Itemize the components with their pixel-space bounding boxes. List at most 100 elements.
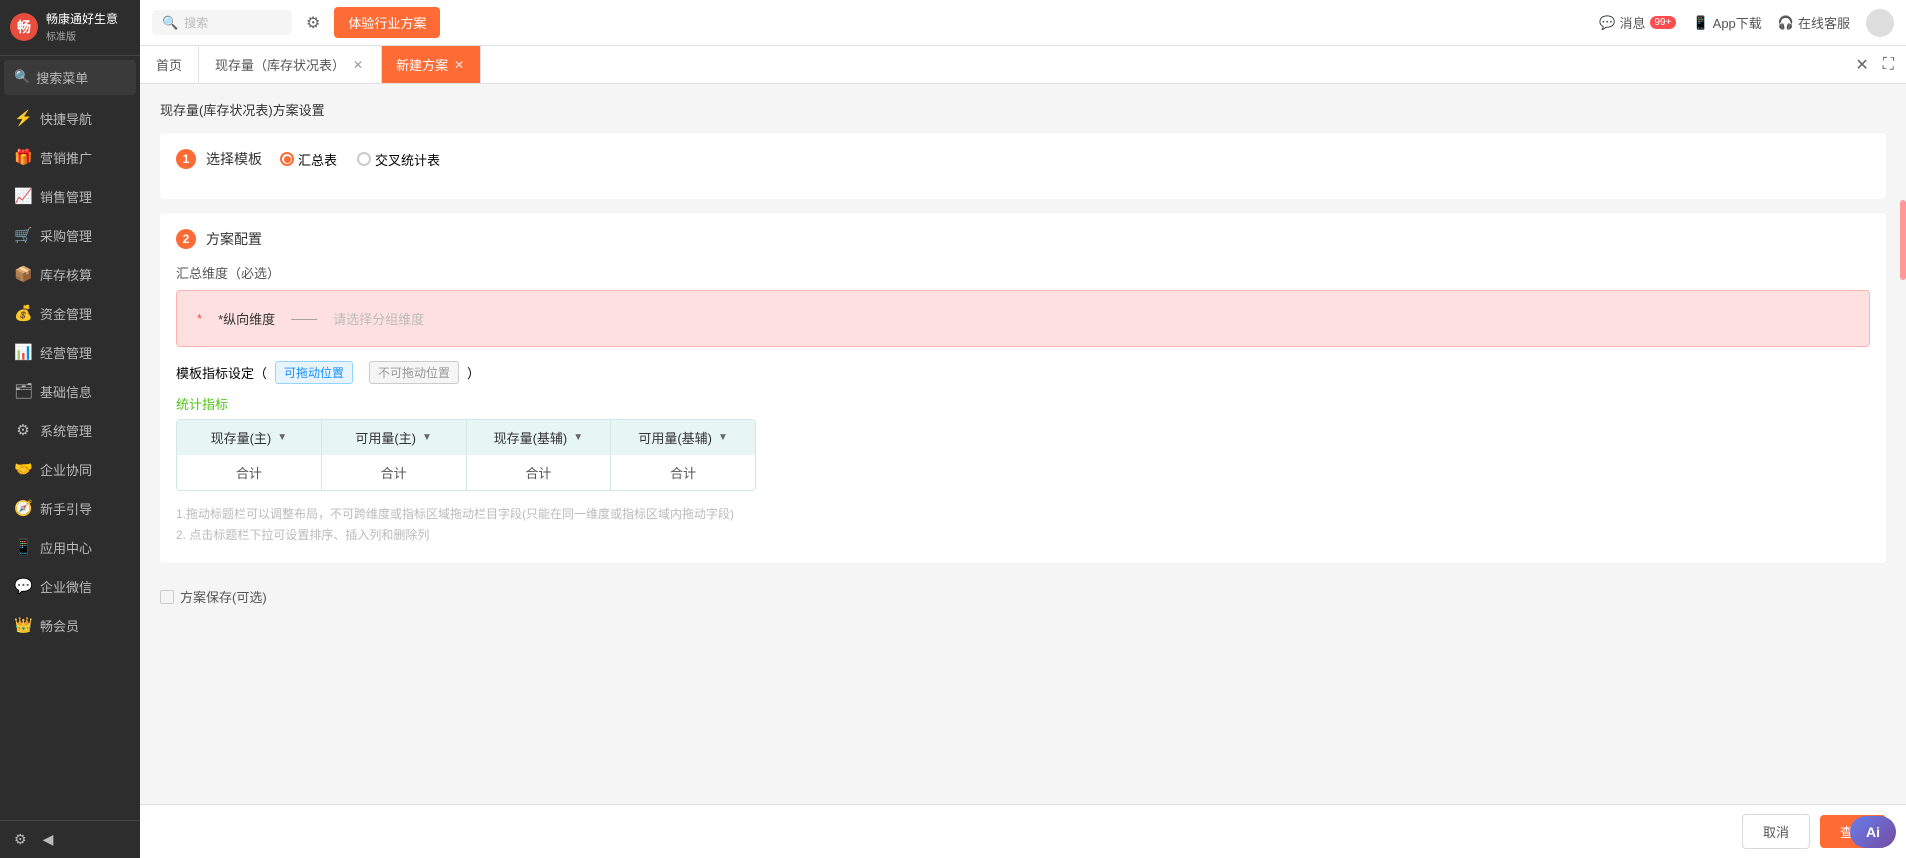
guide-icon: 🧭 bbox=[14, 499, 32, 517]
radio-cross[interactable]: 交叉统计表 bbox=[357, 150, 440, 169]
stats-col-1-label: 可用量(主) bbox=[355, 428, 416, 447]
sidebar-item-label: 企业协同 bbox=[40, 460, 92, 479]
indicator-label-suffix: ） bbox=[467, 363, 480, 382]
sidebar: 畅 畅康通好生意 标准版 🔍 搜索菜单 ⚡ 快捷导航 🎁 营销推广 📈 销售管理… bbox=[0, 0, 140, 858]
tab-new-close-icon[interactable]: ✕ bbox=[452, 56, 466, 74]
col-3-chevron: ▼ bbox=[718, 432, 728, 443]
window-controls: ✕ ⛶ bbox=[1851, 51, 1906, 79]
sidebar-item-system[interactable]: ⚙ 系统管理 bbox=[0, 411, 140, 450]
sidebar-item-sales[interactable]: 📈 销售管理 bbox=[0, 177, 140, 216]
sidebar-search[interactable]: 🔍 搜索菜单 bbox=[4, 60, 136, 95]
sidebar-item-enterprise[interactable]: 🤝 企业协同 bbox=[0, 450, 140, 489]
resize-handle[interactable] bbox=[1900, 200, 1906, 280]
radio-summary[interactable]: 汇总表 bbox=[280, 150, 337, 169]
settings-icon[interactable]: ⚙ bbox=[14, 831, 27, 848]
sidebar-item-label: 经营管理 bbox=[40, 343, 92, 362]
stats-col-3-label: 可用量(基辅) bbox=[638, 428, 712, 447]
tab-new-plan[interactable]: 新建方案 ✕ bbox=[382, 46, 481, 83]
page-title: 现存量(库存状况表)方案设置 bbox=[160, 100, 1886, 119]
topbar-search-icon: 🔍 bbox=[162, 15, 178, 31]
member-icon: 👑 bbox=[14, 616, 32, 634]
sidebar-item-app-center[interactable]: 📱 应用中心 bbox=[0, 528, 140, 567]
app-name: 畅康通好生意 bbox=[46, 12, 118, 28]
tab-inventory-close-icon[interactable]: ✕ bbox=[351, 56, 365, 74]
sidebar-item-member[interactable]: 👑 畅会员 bbox=[0, 606, 140, 645]
tab-home[interactable]: 首页 bbox=[140, 46, 199, 83]
user-avatar[interactable] bbox=[1866, 9, 1894, 37]
save-checkbox[interactable] bbox=[160, 590, 174, 604]
topbar-search[interactable]: 🔍 搜索 bbox=[152, 10, 292, 35]
sidebar-item-guide[interactable]: 🧭 新手引导 bbox=[0, 489, 140, 528]
sidebar-item-finance[interactable]: 💰 资金管理 bbox=[0, 294, 140, 333]
step1-section: 1 选择模板 汇总表 交叉统计表 bbox=[160, 133, 1886, 199]
topbar-search-placeholder: 搜索 bbox=[184, 14, 208, 31]
dim-label: *纵向维度 bbox=[218, 309, 275, 328]
stats-table-body: 合计 合计 合计 合计 bbox=[177, 455, 755, 490]
sidebar-search-label: 搜索菜单 bbox=[36, 68, 88, 87]
collapse-icon[interactable]: ◀ bbox=[43, 831, 54, 848]
save-option-label: 方案保存(可选) bbox=[180, 587, 267, 606]
step1-title: 选择模板 bbox=[206, 149, 262, 169]
sidebar-item-label: 采购管理 bbox=[40, 226, 92, 245]
stats-col-2[interactable]: 现存量(基辅) ▼ bbox=[467, 420, 612, 455]
app-center-icon: 📱 bbox=[14, 538, 32, 556]
tips-section: 1.拖动标题栏可以调整布局，不可跨维度或指标区域拖动栏目字段(只能在同一维度或指… bbox=[176, 505, 1870, 543]
dimension-box[interactable]: * *纵向维度 —— 请选择分组维度 bbox=[176, 290, 1870, 347]
col-2-chevron: ▼ bbox=[573, 432, 583, 443]
tip-2: 2. 点击标题栏下拉可设置排序、插入列和删除列 bbox=[176, 526, 1870, 543]
logo-icon: 畅 bbox=[10, 13, 38, 41]
sidebar-footer: ⚙ ◀ bbox=[0, 820, 140, 858]
main-area: 🔍 搜索 ⚙ 体验行业方案 💬 消息 99+ 📱 App下载 🎧 在线客服 首页 bbox=[140, 0, 1906, 858]
aggregation-label: 汇总维度（必选） bbox=[176, 263, 1870, 282]
topbar: 🔍 搜索 ⚙ 体验行业方案 💬 消息 99+ 📱 App下载 🎧 在线客服 bbox=[140, 0, 1906, 46]
cancel-button[interactable]: 取消 bbox=[1742, 814, 1810, 849]
inventory-icon: 📦 bbox=[14, 265, 32, 283]
stats-table-header: 现存量(主) ▼ 可用量(主) ▼ 现存量(基辅) ▼ 可用量(基辅) bbox=[177, 420, 755, 455]
step2-title: 方案配置 bbox=[206, 229, 262, 249]
sidebar-item-operations[interactable]: 📊 经营管理 bbox=[0, 333, 140, 372]
stats-table: 现存量(主) ▼ 可用量(主) ▼ 现存量(基辅) ▼ 可用量(基辅) bbox=[176, 419, 756, 491]
radio-summary-label: 汇总表 bbox=[298, 150, 337, 169]
ai-badge[interactable]: Ai bbox=[1850, 816, 1896, 848]
stats-cell-3: 合计 bbox=[611, 455, 755, 490]
stats-col-3[interactable]: 可用量(基辅) ▼ bbox=[611, 420, 755, 455]
trial-btn[interactable]: 体验行业方案 bbox=[334, 7, 440, 38]
sidebar-item-basic-info[interactable]: 🗂 基础信息 bbox=[0, 372, 140, 411]
search-icon: 🔍 bbox=[14, 69, 30, 85]
sidebar-item-inventory[interactable]: 📦 库存核算 bbox=[0, 255, 140, 294]
sidebar-item-label: 快捷导航 bbox=[40, 109, 92, 128]
sidebar-item-purchase[interactable]: 🛒 采购管理 bbox=[0, 216, 140, 255]
sidebar-item-quick-nav[interactable]: ⚡ 快捷导航 bbox=[0, 99, 140, 138]
close-window-icon[interactable]: ✕ bbox=[1851, 51, 1872, 79]
tab-inventory-status[interactable]: 现存量（库存状况表） ✕ bbox=[199, 46, 382, 83]
messages-btn[interactable]: 💬 消息 99+ bbox=[1599, 13, 1676, 32]
sidebar-item-label: 基础信息 bbox=[40, 382, 92, 401]
dimension-row: * *纵向维度 —— 请选择分组维度 bbox=[197, 309, 1849, 328]
expand-window-icon[interactable]: ⛶ bbox=[1879, 52, 1898, 78]
sidebar-item-label: 销售管理 bbox=[40, 187, 92, 206]
tab-new-label: 新建方案 bbox=[396, 55, 448, 74]
stats-cell-2: 合计 bbox=[467, 455, 612, 490]
stats-section-label: 统计指标 bbox=[176, 394, 1870, 413]
draggable-badge: 可拖动位置 bbox=[275, 361, 353, 384]
tabs-bar: 首页 现存量（库存状况表） ✕ 新建方案 ✕ ✕ ⛶ bbox=[140, 46, 1906, 84]
enterprise-icon: 🤝 bbox=[14, 460, 32, 478]
sidebar-item-label: 系统管理 bbox=[40, 421, 92, 440]
content-area: 现存量(库存状况表)方案设置 1 选择模板 汇总表 交叉统计表 bbox=[140, 84, 1906, 804]
stats-col-0[interactable]: 现存量(主) ▼ bbox=[177, 420, 322, 455]
sidebar-item-marketing[interactable]: 🎁 营销推广 bbox=[0, 138, 140, 177]
sidebar-nav: 🔍 搜索菜单 ⚡ 快捷导航 🎁 营销推广 📈 销售管理 🛒 采购管理 📦 库存核… bbox=[0, 56, 140, 820]
stats-col-1[interactable]: 可用量(主) ▼ bbox=[322, 420, 467, 455]
topbar-gear-icon[interactable]: ⚙ bbox=[302, 9, 324, 37]
tip-1: 1.拖动标题栏可以调整布局，不可跨维度或指标区域拖动栏目字段(只能在同一维度或指… bbox=[176, 505, 1870, 522]
col-0-chevron: ▼ bbox=[277, 432, 287, 443]
sales-icon: 📈 bbox=[14, 187, 32, 205]
tab-inventory-label: 现存量（库存状况表） bbox=[215, 55, 345, 74]
purchase-icon: 🛒 bbox=[14, 226, 32, 244]
sidebar-item-wechat[interactable]: 💬 企业微信 bbox=[0, 567, 140, 606]
step2-header: 2 方案配置 bbox=[176, 229, 1870, 249]
app-download-btn[interactable]: 📱 App下载 bbox=[1692, 13, 1761, 32]
online-service-btn[interactable]: 🎧 在线客服 bbox=[1778, 13, 1850, 32]
sidebar-item-label: 畅会员 bbox=[40, 616, 79, 635]
sidebar-item-label: 应用中心 bbox=[40, 538, 92, 557]
